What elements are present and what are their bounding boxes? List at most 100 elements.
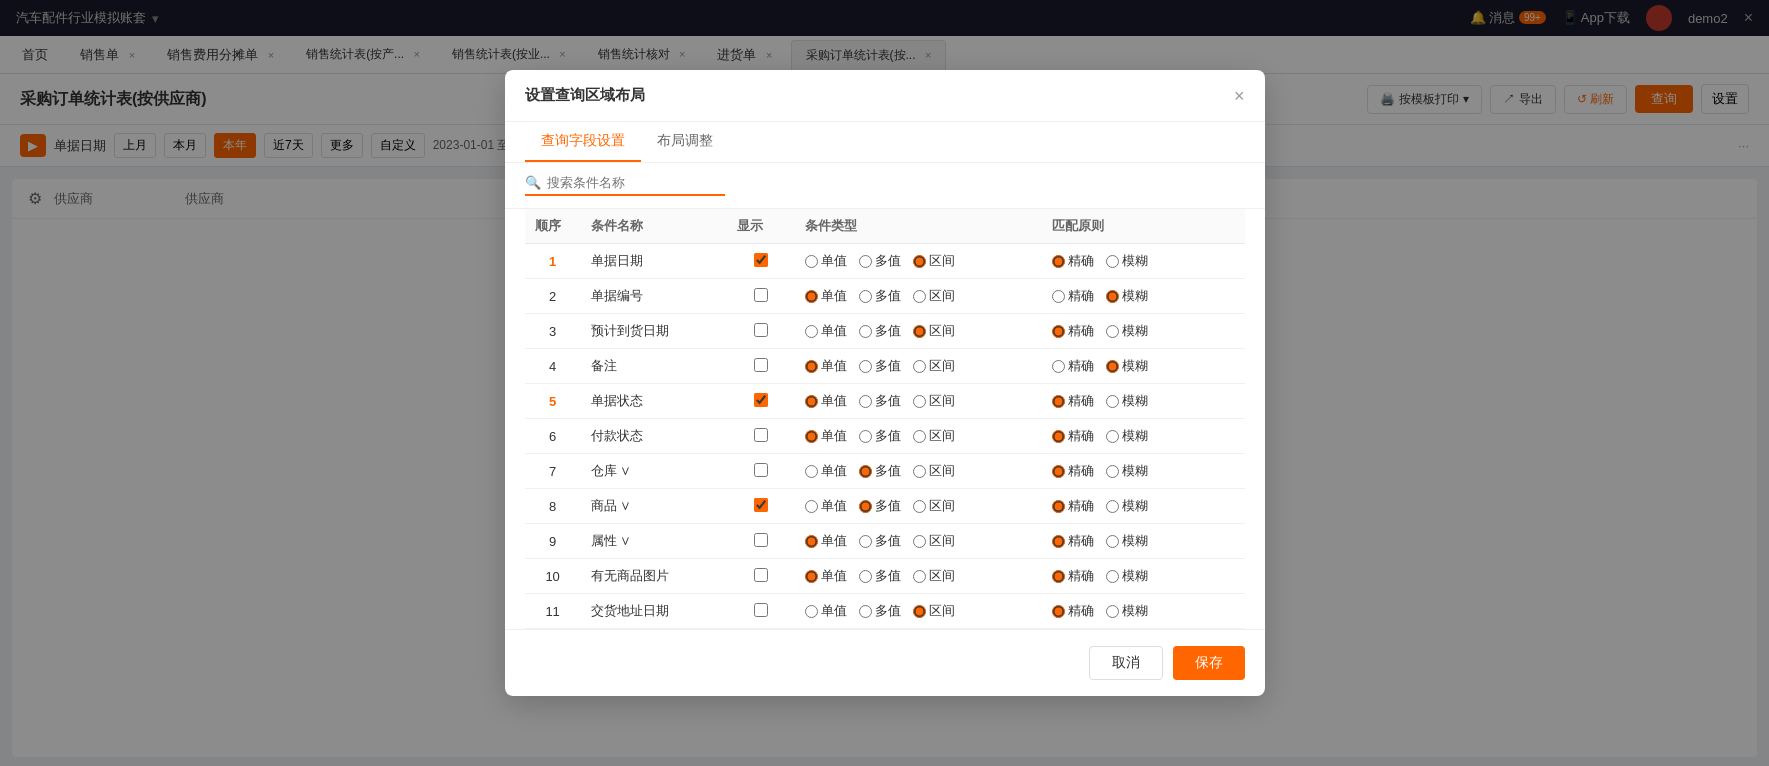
type-radio-item[interactable]: 多值 — [859, 532, 901, 550]
type-radio-item[interactable]: 多值 — [859, 497, 901, 515]
match-radio-item[interactable]: 模糊 — [1106, 497, 1148, 515]
show-checkbox-wrap[interactable] — [754, 605, 768, 620]
condition-name: 商品 ∨ — [591, 498, 632, 513]
type-radio-item[interactable]: 多值 — [859, 287, 901, 305]
show-checkbox[interactable] — [754, 603, 768, 617]
show-checkbox[interactable] — [754, 288, 768, 302]
match-radio-item[interactable]: 精确 — [1052, 532, 1094, 550]
type-radio-item[interactable]: 单值 — [805, 567, 847, 585]
show-checkbox-wrap[interactable] — [754, 325, 768, 340]
show-checkbox-wrap[interactable] — [754, 255, 768, 270]
order-number: 8 — [549, 499, 556, 514]
match-radio-item[interactable]: 精确 — [1052, 602, 1094, 620]
type-radio-item[interactable]: 多值 — [859, 462, 901, 480]
show-checkbox-wrap[interactable] — [754, 535, 768, 550]
order-number: 2 — [549, 289, 556, 304]
type-radio-item[interactable]: 多值 — [859, 567, 901, 585]
show-checkbox[interactable] — [754, 463, 768, 477]
type-radio-group: 单值多值区间 — [805, 602, 1033, 620]
match-radio-item[interactable]: 精确 — [1052, 357, 1094, 375]
type-radio-item[interactable]: 多值 — [859, 322, 901, 340]
type-radio-item[interactable]: 多值 — [859, 392, 901, 410]
show-checkbox-wrap[interactable] — [754, 395, 768, 410]
match-radio-item[interactable]: 模糊 — [1106, 287, 1148, 305]
match-radio-item[interactable]: 模糊 — [1106, 427, 1148, 445]
type-radio-item[interactable]: 单值 — [805, 392, 847, 410]
type-radio-group: 单值多值区间 — [805, 427, 1033, 445]
show-checkbox-wrap[interactable] — [754, 465, 768, 480]
type-radio-item[interactable]: 区间 — [913, 322, 955, 340]
match-radio-item[interactable]: 精确 — [1052, 427, 1094, 445]
type-radio-group: 单值多值区间 — [805, 357, 1033, 375]
type-radio-item[interactable]: 多值 — [859, 252, 901, 270]
show-checkbox-wrap[interactable] — [754, 500, 768, 515]
type-radio-item[interactable]: 单值 — [805, 427, 847, 445]
type-radio-item[interactable]: 区间 — [913, 497, 955, 515]
type-radio-item[interactable]: 单值 — [805, 462, 847, 480]
match-radio-item[interactable]: 模糊 — [1106, 252, 1148, 270]
cancel-button[interactable]: 取消 — [1089, 646, 1163, 680]
type-radio-item[interactable]: 单值 — [805, 357, 847, 375]
order-number: 1 — [549, 254, 556, 269]
type-radio-item[interactable]: 区间 — [913, 427, 955, 445]
save-button[interactable]: 保存 — [1173, 646, 1245, 680]
type-radio-item[interactable]: 区间 — [913, 602, 955, 620]
order-number: 9 — [549, 534, 556, 549]
show-checkbox[interactable] — [754, 428, 768, 442]
type-radio-item[interactable]: 区间 — [913, 462, 955, 480]
match-radio-item[interactable]: 模糊 — [1106, 602, 1148, 620]
type-radio-item[interactable]: 区间 — [913, 567, 955, 585]
show-checkbox[interactable] — [754, 393, 768, 407]
match-radio-item[interactable]: 精确 — [1052, 497, 1094, 515]
match-radio-item[interactable]: 精确 — [1052, 567, 1094, 585]
show-checkbox[interactable] — [754, 323, 768, 337]
match-radio-item[interactable]: 模糊 — [1106, 462, 1148, 480]
match-radio-item[interactable]: 精确 — [1052, 392, 1094, 410]
match-radio-item[interactable]: 模糊 — [1106, 322, 1148, 340]
show-checkbox[interactable] — [754, 533, 768, 547]
type-radio-item[interactable]: 单值 — [805, 252, 847, 270]
order-number: 7 — [549, 464, 556, 479]
show-checkbox-wrap[interactable] — [754, 360, 768, 375]
show-checkbox[interactable] — [754, 498, 768, 512]
match-radio-item[interactable]: 模糊 — [1106, 567, 1148, 585]
modal-overlay: 设置查询区域布局 × 查询字段设置 布局调整 🔍 顺序 条件名称 显示 — [0, 0, 1769, 766]
search-input[interactable] — [547, 175, 707, 190]
type-radio-item[interactable]: 多值 — [859, 602, 901, 620]
type-radio-item[interactable]: 单值 — [805, 602, 847, 620]
order-number: 4 — [549, 359, 556, 374]
type-radio-item[interactable]: 区间 — [913, 357, 955, 375]
match-radio-item[interactable]: 模糊 — [1106, 357, 1148, 375]
table-row: 7仓库 ∨单值多值区间精确模糊 — [525, 454, 1245, 489]
type-radio-item[interactable]: 单值 — [805, 287, 847, 305]
match-radio-item[interactable]: 精确 — [1052, 287, 1094, 305]
table-row: 10有无商品图片单值多值区间精确模糊 — [525, 559, 1245, 594]
show-checkbox[interactable] — [754, 568, 768, 582]
type-radio-group: 单值多值区间 — [805, 567, 1033, 585]
type-radio-item[interactable]: 区间 — [913, 532, 955, 550]
match-radio-item[interactable]: 精确 — [1052, 462, 1094, 480]
type-radio-item[interactable]: 多值 — [859, 427, 901, 445]
modal-tab-fields[interactable]: 查询字段设置 — [525, 122, 641, 162]
match-radio-item[interactable]: 模糊 — [1106, 532, 1148, 550]
type-radio-item[interactable]: 区间 — [913, 252, 955, 270]
type-radio-item[interactable]: 单值 — [805, 532, 847, 550]
show-checkbox[interactable] — [754, 358, 768, 372]
modal-close-button[interactable]: × — [1234, 87, 1245, 105]
match-radio-item[interactable]: 精确 — [1052, 322, 1094, 340]
match-radio-group: 精确模糊 — [1052, 392, 1235, 410]
match-radio-group: 精确模糊 — [1052, 497, 1235, 515]
modal-tab-layout[interactable]: 布局调整 — [641, 122, 729, 162]
order-number: 6 — [549, 429, 556, 444]
show-checkbox-wrap[interactable] — [754, 430, 768, 445]
show-checkbox-wrap[interactable] — [754, 290, 768, 305]
type-radio-item[interactable]: 区间 — [913, 287, 955, 305]
type-radio-item[interactable]: 多值 — [859, 357, 901, 375]
match-radio-item[interactable]: 模糊 — [1106, 392, 1148, 410]
show-checkbox-wrap[interactable] — [754, 570, 768, 585]
show-checkbox[interactable] — [754, 253, 768, 267]
match-radio-item[interactable]: 精确 — [1052, 252, 1094, 270]
type-radio-item[interactable]: 单值 — [805, 322, 847, 340]
type-radio-item[interactable]: 单值 — [805, 497, 847, 515]
type-radio-item[interactable]: 区间 — [913, 392, 955, 410]
